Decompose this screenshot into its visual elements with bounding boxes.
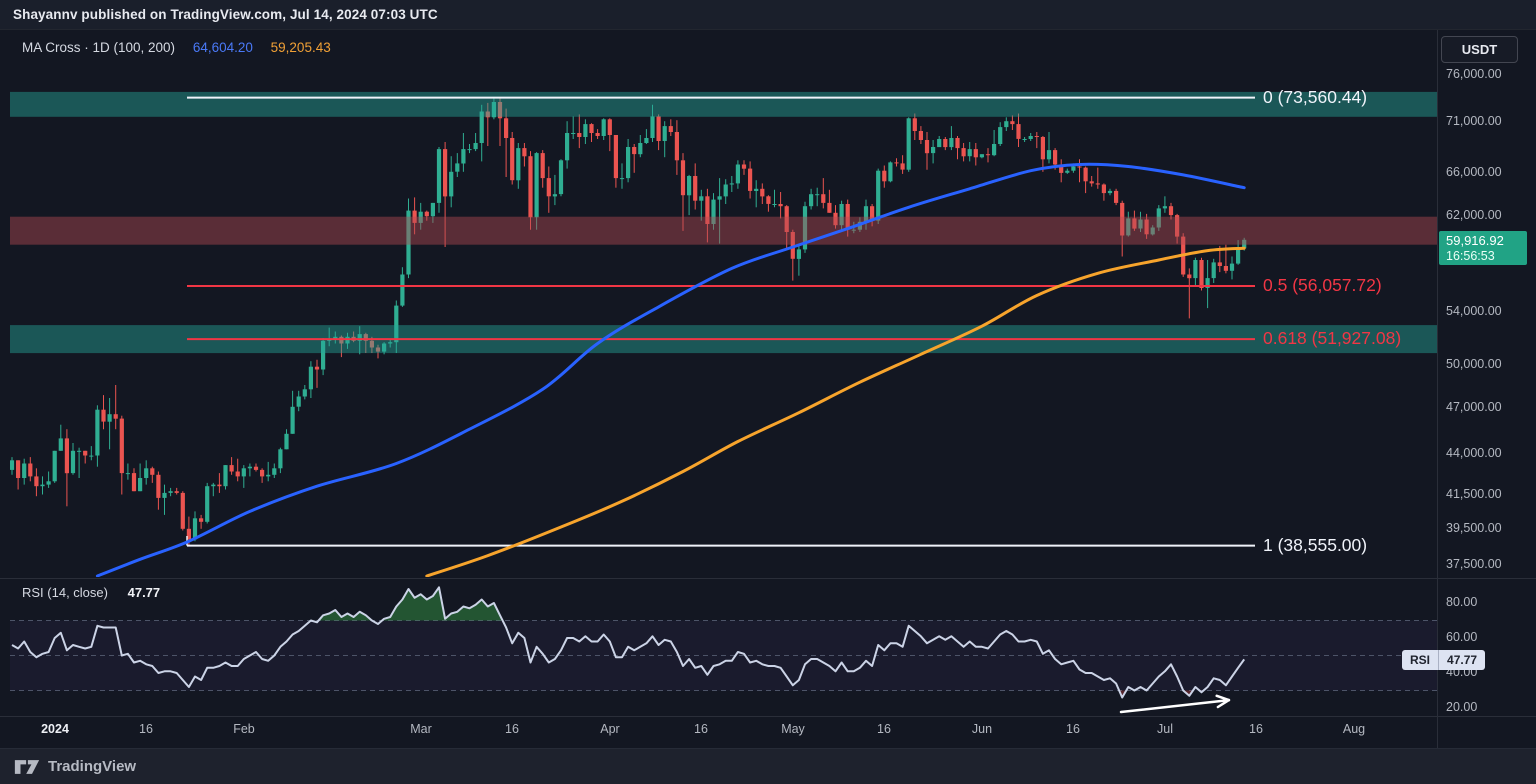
- trend-arrow-annotation: [1121, 696, 1229, 712]
- resistance-zone: [10, 217, 1437, 245]
- currency-label: USDT: [1462, 42, 1497, 57]
- rsi-legend-value: 47.77: [128, 585, 161, 600]
- ma100-value: 64,604.20: [193, 40, 253, 55]
- footer-bar: TradingView: [0, 748, 1536, 784]
- countdown-timer: 16:56:53: [1446, 249, 1527, 263]
- ma200-line: [427, 248, 1244, 576]
- publisher-bar: Shayannv published on TradingView.com, J…: [0, 0, 1536, 30]
- fib-band: [10, 92, 1437, 117]
- publisher-text: Shayannv published on TradingView.com, J…: [13, 7, 438, 22]
- currency-toggle-button[interactable]: USDT: [1441, 36, 1518, 63]
- brand-name: TradingView: [48, 758, 136, 775]
- chart-canvas[interactable]: [0, 0, 1536, 784]
- rsi-badge-label: RSI: [1402, 650, 1438, 670]
- tradingview-published-chart: Shayannv published on TradingView.com, J…: [0, 0, 1536, 784]
- ma200-value: 59,205.43: [271, 40, 331, 55]
- rsi-badge-value: 47.77: [1439, 650, 1485, 670]
- tradingview-logo-icon[interactable]: [14, 757, 40, 777]
- rsi-title: RSI (14, close): [22, 585, 108, 600]
- rsi-legend: RSI (14, close) 47.77: [22, 585, 160, 600]
- last-price-value: 59,916.92: [1446, 233, 1527, 249]
- last-price-badge: 59,916.92 16:56:53: [1439, 231, 1527, 265]
- rsi-value-badge: RSI 47.77: [1402, 650, 1485, 670]
- indicator-legend: MA Cross · 1D (100, 200) 64,604.20 59,20…: [22, 40, 331, 55]
- indicator-title: MA Cross · 1D (100, 200): [22, 40, 175, 55]
